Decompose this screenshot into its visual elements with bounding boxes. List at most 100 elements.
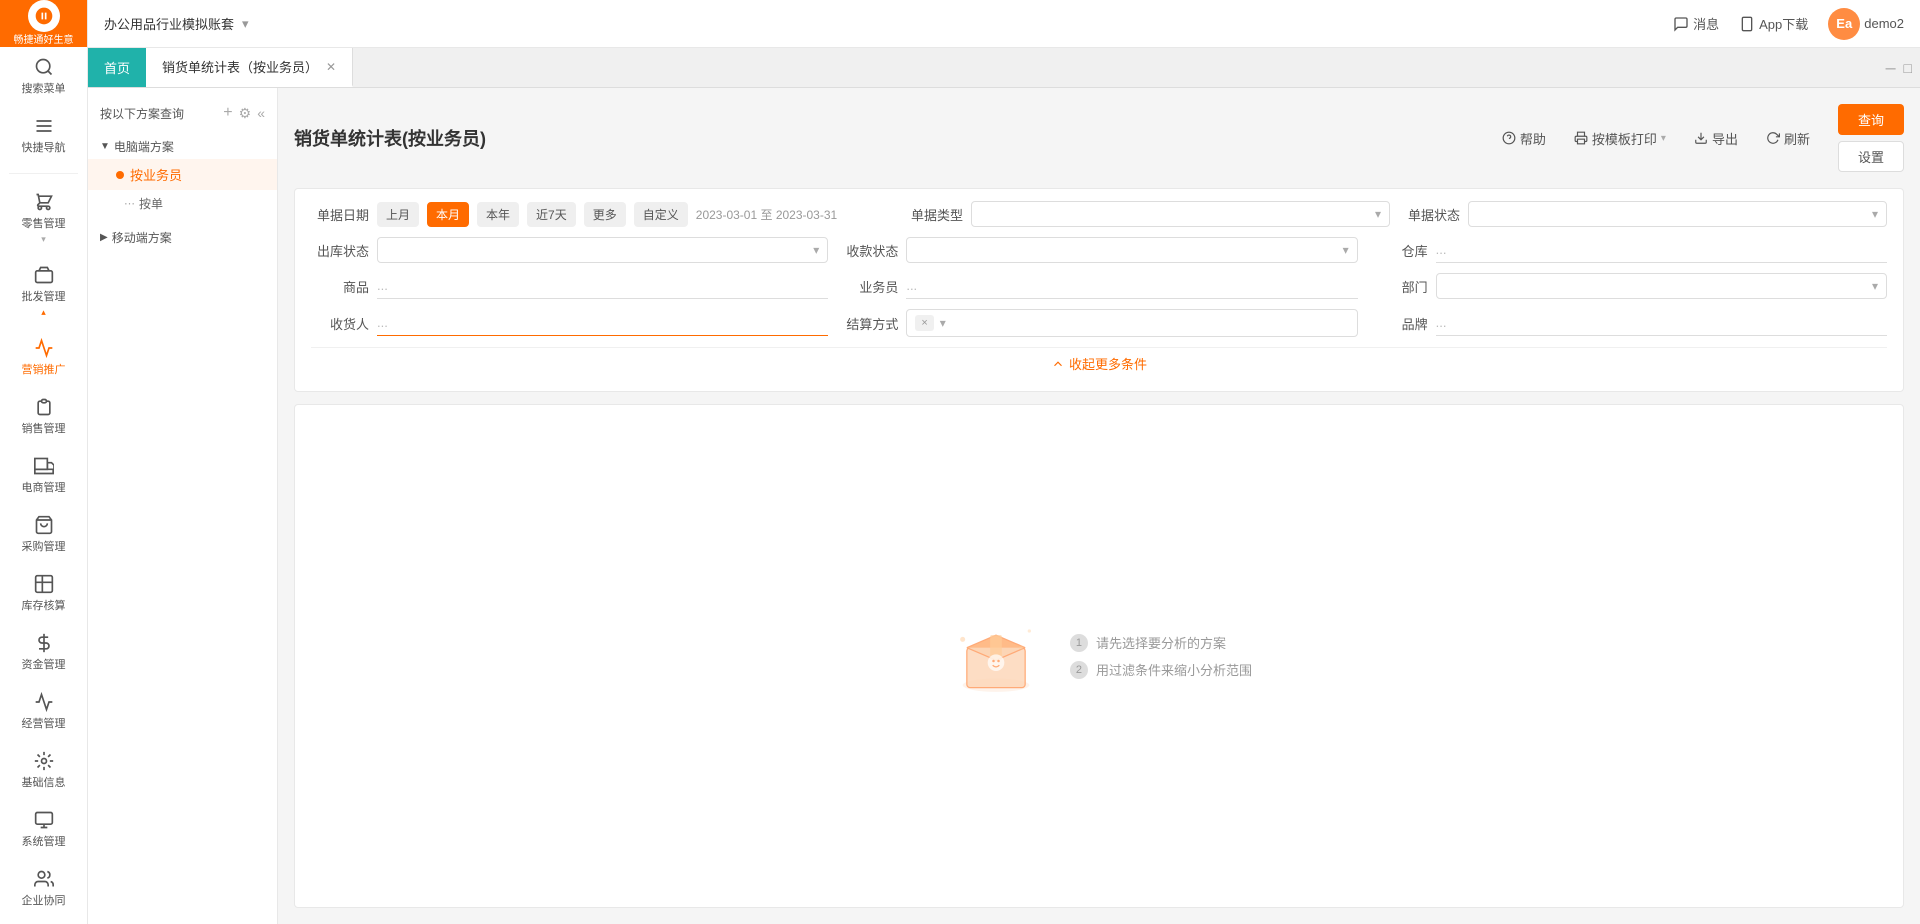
doc-type-select[interactable]: ▾ — [971, 201, 1390, 227]
sidebar-item-system[interactable]: 系统管理 — [0, 800, 87, 859]
breadcrumb-dropdown-icon[interactable]: ▾ — [242, 16, 249, 32]
payment-status-dropdown-icon: ▾ — [1343, 243, 1349, 257]
payment-status-select[interactable]: ▾ — [906, 237, 1357, 263]
logo-text: 畅捷通好生意 — [14, 34, 74, 47]
sidebar: 畅捷通好生意 搜索菜单 快捷导航 零售管理 ▾ 批发管理 ▴ 营销推广 销售管理… — [0, 0, 88, 924]
tab-home[interactable]: 首页 — [88, 48, 146, 87]
sidebar-finance-label: 资金管理 — [22, 656, 66, 672]
sidebar-item-quicknav[interactable]: 快捷导航 — [0, 106, 87, 165]
user-profile-btn[interactable]: Ea demo2 — [1828, 8, 1904, 40]
sidebar-item-operations[interactable]: 经营管理 — [0, 682, 87, 741]
tab-minimize-btn[interactable]: ─ — [1886, 60, 1896, 76]
sidebar-item-newbie[interactable]: 新手引导 — [0, 918, 87, 924]
left-panel-title: 按以下方案查询 — [100, 105, 184, 122]
tip-num-1: 1 — [1070, 634, 1088, 652]
consignee-label: 收货人 — [311, 314, 369, 333]
panel-collapse-btn[interactable]: « — [257, 105, 265, 121]
sidebar-item-inventory[interactable]: 库存核算 — [0, 564, 87, 623]
sidebar-item-basic[interactable]: 基础信息 — [0, 741, 87, 800]
sidebar-item-wholesale[interactable]: 批发管理 ▴ — [0, 255, 87, 328]
sidebar-inventory-label: 库存核算 — [22, 597, 66, 613]
filter-row-4: 收货人 ... 结算方式 × ▾ — [311, 309, 1887, 337]
sidebar-ecommerce-label: 电商管理 — [22, 479, 66, 495]
sidebar-item-enterprise[interactable]: 企业协同 — [0, 859, 87, 918]
tab-bar-actions: ─ □ — [1878, 48, 1920, 87]
sidebar-item-sales[interactable]: 销售管理 — [0, 387, 87, 446]
add-scheme-btn[interactable]: + — [223, 104, 232, 122]
sidebar-logo[interactable]: 畅捷通好生意 — [0, 0, 88, 47]
active-scheme-dot — [116, 171, 124, 179]
settlement-tag: × — [915, 315, 933, 331]
export-btn[interactable]: 导出 — [1686, 125, 1746, 152]
page-title-actions: 帮助 按模板打印 ▾ 导出 刷新 — [1494, 104, 1904, 172]
empty-tip-1: 1 请先选择要分析的方案 — [1070, 633, 1252, 652]
date-filter-options: 上月 本月 本年 近7天 更多 自定义 — [377, 202, 688, 227]
doc-status-label: 单据状态 — [1402, 205, 1460, 224]
left-panel: 按以下方案查询 + ⚙ « ▼ 电脑端方案 按业务员 ⋯ 按单 — [88, 88, 278, 924]
left-panel-actions: + ⚙ « — [223, 104, 265, 122]
settlement-tag-close[interactable]: × — [921, 317, 927, 329]
warehouse-placeholder: ... — [1436, 242, 1887, 257]
doc-type-label: 单据类型 — [905, 205, 963, 224]
settlement-select[interactable]: × ▾ — [906, 309, 1357, 337]
scheme-group-pc-title[interactable]: ▼ 电脑端方案 — [88, 134, 277, 159]
product-input[interactable]: ... — [377, 273, 828, 299]
scheme-settings-btn[interactable]: ⚙ — [239, 105, 252, 122]
scheme-salesperson-label: 按业务员 — [130, 165, 182, 184]
tab-sales-stats-label: 销货单统计表（按业务员） — [162, 57, 318, 76]
out-status-label: 出库状态 — [311, 241, 369, 260]
settings-button[interactable]: 设置 — [1838, 141, 1904, 172]
scheme-group-pc-label: 电脑端方案 — [114, 138, 174, 155]
user-name: demo2 — [1864, 16, 1904, 31]
payment-status-label: 收款状态 — [840, 241, 898, 260]
sidebar-item-search[interactable]: 搜索菜单 — [0, 47, 87, 106]
sidebar-search-label: 搜索菜单 — [22, 80, 66, 96]
brand-input[interactable]: ... — [1436, 310, 1887, 336]
sidebar-item-ecommerce[interactable]: 电商管理 — [0, 446, 87, 505]
collapse-conditions-btn[interactable]: 收起更多条件 — [311, 347, 1887, 379]
consignee-placeholder: ... — [377, 315, 828, 330]
scheme-subitem-order[interactable]: ⋯ 按单 — [88, 190, 277, 217]
tab-close-btn[interactable]: ✕ — [326, 60, 336, 74]
main-area: 办公用品行业模拟账套 ▾ 消息 App下载 Ea demo2 首页 — [88, 0, 1920, 924]
empty-illustration — [946, 606, 1046, 706]
export-label: 导出 — [1712, 129, 1738, 148]
dept-select[interactable]: ▾ — [1436, 273, 1887, 299]
sidebar-item-marketing[interactable]: 营销推广 — [0, 328, 87, 387]
scheme-order-label: 按单 — [139, 195, 163, 212]
doc-status-select[interactable]: ▾ — [1468, 201, 1887, 227]
message-btn[interactable]: 消息 — [1673, 14, 1719, 33]
scheme-item-salesperson[interactable]: 按业务员 — [88, 159, 277, 190]
date-btn-last-7[interactable]: 近7天 — [527, 202, 576, 227]
date-btn-this-year[interactable]: 本年 — [477, 202, 519, 227]
date-btn-more[interactable]: 更多 — [584, 202, 626, 227]
date-label: 单据日期 — [311, 205, 369, 224]
salesperson-input[interactable]: ... — [906, 273, 1357, 299]
tab-sales-stats[interactable]: 销货单统计表（按业务员） ✕ — [146, 48, 353, 87]
consignee-input[interactable]: ... — [377, 310, 828, 336]
filter-row-2: 出库状态 ▾ 收款状态 ▾ 仓库 — [311, 237, 1887, 263]
top-header: 办公用品行业模拟账套 ▾ 消息 App下载 Ea demo2 — [88, 0, 1920, 48]
sidebar-sales-label: 销售管理 — [22, 420, 66, 436]
warehouse-input[interactable]: ... — [1436, 237, 1887, 263]
scheme-group-mobile-title[interactable]: ▶ 移动端方案 — [88, 225, 277, 250]
help-btn[interactable]: 帮助 — [1494, 125, 1554, 152]
dept-dropdown-icon: ▾ — [1872, 279, 1878, 293]
sidebar-item-purchase[interactable]: 采购管理 — [0, 505, 87, 564]
out-status-select[interactable]: ▾ — [377, 237, 828, 263]
message-label: 消息 — [1693, 14, 1719, 33]
sidebar-item-finance[interactable]: 资金管理 — [0, 623, 87, 682]
print-btn[interactable]: 按模板打印 ▾ — [1566, 125, 1674, 152]
date-btn-this-month[interactable]: 本月 — [427, 202, 469, 227]
query-button[interactable]: 查询 — [1838, 104, 1904, 135]
brand-label: 品牌 — [1370, 314, 1428, 333]
app-download-btn[interactable]: App下载 — [1739, 14, 1808, 33]
date-btn-last-month[interactable]: 上月 — [377, 202, 419, 227]
sidebar-system-label: 系统管理 — [22, 833, 66, 849]
sidebar-item-retail[interactable]: 零售管理 ▾ — [0, 182, 87, 255]
sidebar-purchase-label: 采购管理 — [22, 538, 66, 554]
date-btn-custom[interactable]: 自定义 — [634, 202, 688, 227]
settlement-dropdown-icon: ▾ — [940, 316, 946, 330]
tab-maximize-btn[interactable]: □ — [1904, 60, 1912, 76]
refresh-btn[interactable]: 刷新 — [1758, 125, 1818, 152]
